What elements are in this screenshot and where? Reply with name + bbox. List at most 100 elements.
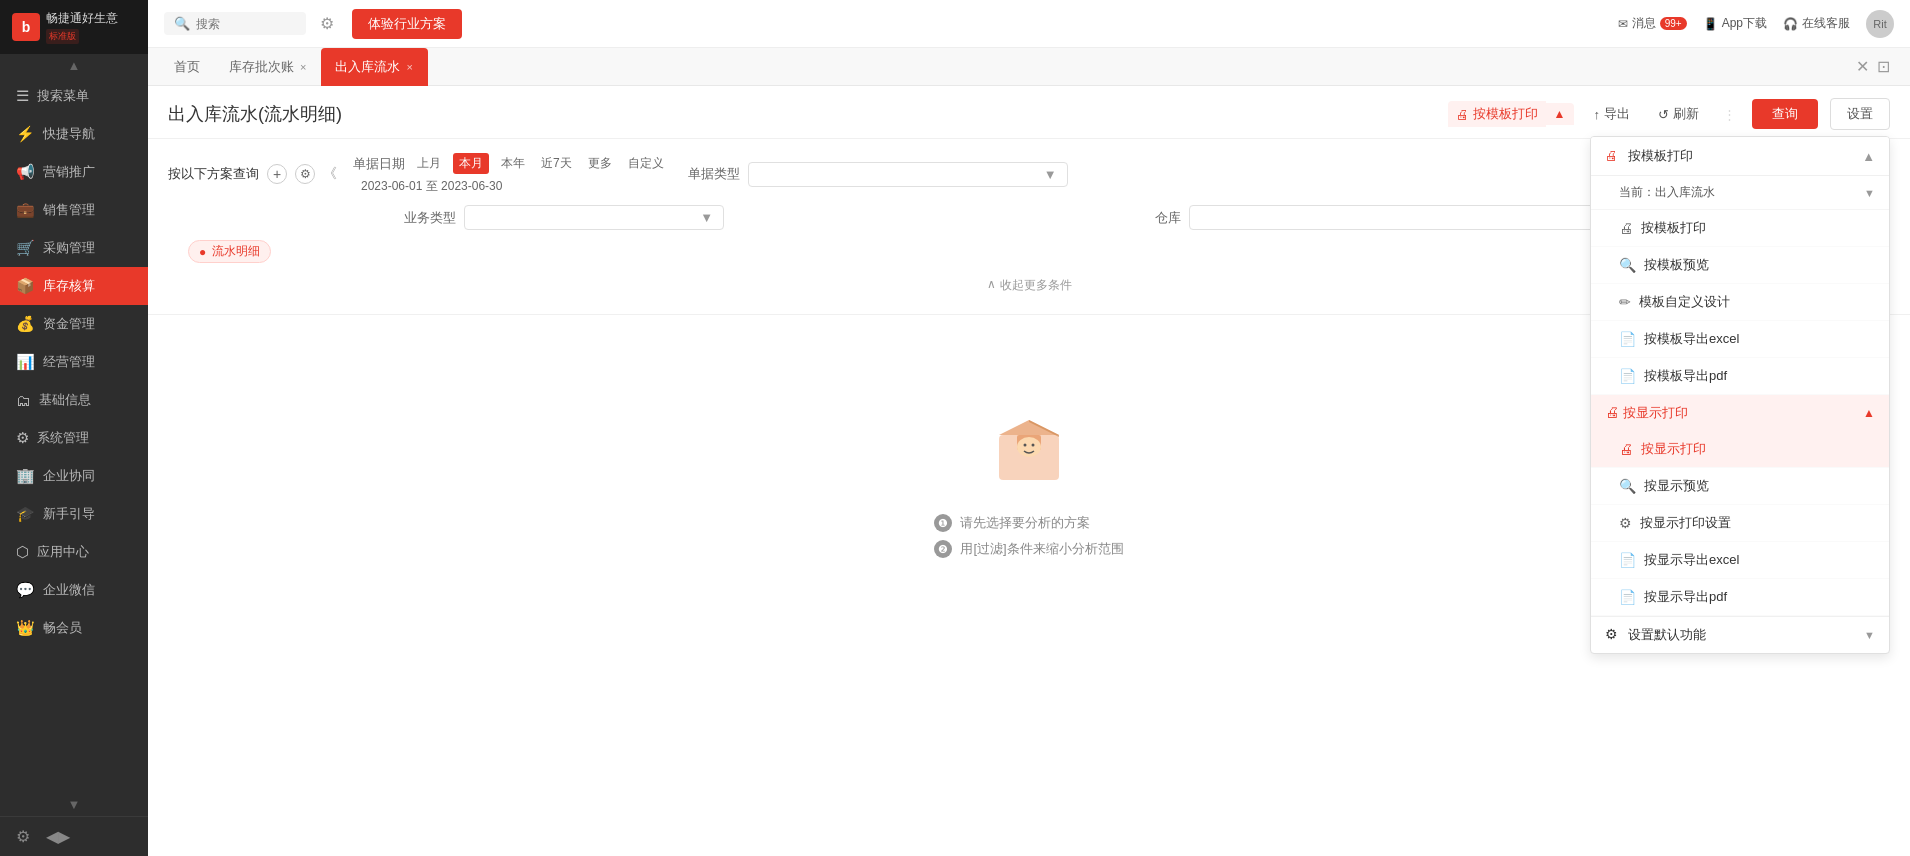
dp-item-template-pdf[interactable]: 📄 按模板导出pdf	[1591, 358, 1889, 395]
tab-batch[interactable]: 库存批次账 ×	[215, 48, 321, 86]
sidebar-item-inventory[interactable]: 📦 库存核算	[0, 267, 148, 305]
dp-item-display-settings[interactable]: ⚙ 按显示打印设置	[1591, 505, 1889, 542]
sidebar-logo: b 畅捷通好生意 标准版	[0, 0, 148, 54]
dp-footer-default[interactable]: ⚙ 设置默认功能 ▼	[1591, 616, 1889, 653]
date-label: 单据日期	[353, 155, 405, 173]
window-close-icon[interactable]: ✕	[1856, 57, 1869, 76]
filter-tag-detail[interactable]: ● 流水明细	[188, 240, 271, 263]
topbar-search-box[interactable]: 🔍	[164, 12, 306, 35]
sidebar-item-member[interactable]: 👑 畅会员	[0, 609, 148, 647]
date-tab-custom[interactable]: 自定义	[624, 153, 668, 174]
svg-point-6	[1032, 444, 1035, 447]
dp-current[interactable]: 当前：出入库流水 ▼	[1591, 176, 1889, 210]
tab-home[interactable]: 首页	[160, 48, 215, 86]
sidebar-footer: ⚙ ◀▶	[0, 816, 148, 856]
type-select[interactable]: ▼	[748, 162, 1068, 187]
filter-settings-btn[interactable]: ⚙	[295, 164, 315, 184]
page-title: 出入库流水(流水明细)	[168, 102, 342, 126]
footer-toggle-icon[interactable]: ◀▶	[46, 827, 70, 846]
footer-settings-icon[interactable]: ⚙	[16, 827, 30, 846]
filter-add-btn[interactable]: +	[267, 164, 287, 184]
sidebar-item-wechat[interactable]: 💬 企业微信	[0, 571, 148, 609]
sidebar-item-system[interactable]: ⚙ 系统管理	[0, 419, 148, 457]
sidebar-item-sales[interactable]: 💼 销售管理	[0, 191, 148, 229]
tab-close-batch[interactable]: ×	[300, 61, 306, 73]
date-range-value: 2023-06-01 至 2023-06-30	[361, 178, 502, 195]
content-area: 出入库流水(流水明细) 🖨 按模板打印 ▲ ↑ 导出	[148, 86, 1910, 856]
messages-badge: 99+	[1660, 17, 1687, 30]
tab-close-flow[interactable]: ×	[406, 61, 412, 73]
empty-svg	[979, 395, 1079, 495]
date-tab-last-month[interactable]: 上月	[413, 153, 445, 174]
date-filter-row: 单据日期 上月 本月 本年 近7天 更多 自定义	[353, 153, 668, 174]
sidebar-item-apps[interactable]: ⬡ 应用中心	[0, 533, 148, 571]
date-tab-more[interactable]: 更多	[584, 153, 616, 174]
sidebar: b 畅捷通好生意 标准版 ▲ ☰ 搜索菜单 ⚡ 快捷导航 📢 营销推广 💼 销售…	[0, 0, 148, 856]
window-expand-icon[interactable]: ⊡	[1877, 57, 1890, 76]
sidebar-item-operations[interactable]: 📊 经营管理	[0, 343, 148, 381]
date-tabs: 上月 本月 本年 近7天 更多 自定义	[413, 153, 668, 174]
topbar-gear-icon[interactable]: ⚙	[314, 14, 340, 33]
export-btn[interactable]: ↑ 导出	[1586, 101, 1639, 127]
dp-footer-arrow: ▼	[1864, 629, 1875, 641]
search-input[interactable]	[196, 17, 296, 31]
dp-item-display-print[interactable]: 🖨 按显示打印	[1591, 431, 1889, 468]
dp-printer-icon: 🖨	[1619, 220, 1633, 236]
dp-section-chevron-up: ▲	[1863, 406, 1875, 420]
template-print-btn[interactable]: 🖨 按模板打印	[1448, 101, 1546, 127]
dp-display-print-icon: 🖨	[1619, 441, 1633, 457]
online-service-action[interactable]: 🎧 在线客服	[1783, 15, 1850, 32]
dp-current-arrow: ▼	[1864, 187, 1875, 199]
chevron-up-icon: ∧	[987, 277, 996, 294]
dp-section-display-print[interactable]: 🖨 按显示打印 ▲	[1591, 395, 1889, 431]
tag-bullet: ●	[199, 245, 206, 259]
template-print-chevron[interactable]: ▲	[1546, 103, 1574, 125]
dp-display-settings-icon: ⚙	[1619, 515, 1632, 531]
sidebar-item-enterprise[interactable]: 🏢 企业协同	[0, 457, 148, 495]
sidebar-item-purchase[interactable]: 🛒 采购管理	[0, 229, 148, 267]
dp-item-template-print[interactable]: 🖨 按模板打印	[1591, 210, 1889, 247]
quicknav-icon: ⚡	[16, 125, 35, 143]
phone-icon: 📱	[1703, 17, 1718, 31]
dp-item-template-excel[interactable]: 📄 按模板导出excel	[1591, 321, 1889, 358]
refresh-btn[interactable]: ↺ 刷新	[1650, 101, 1707, 127]
logo-icon: b	[12, 13, 40, 41]
dp-item-display-pdf[interactable]: 📄 按显示导出pdf	[1591, 579, 1889, 616]
sidebar-item-quicknav[interactable]: ⚡ 快捷导航	[0, 115, 148, 153]
date-tab-this-year[interactable]: 本年	[497, 153, 529, 174]
template-print-group: 🖨 按模板打印 ▲	[1448, 101, 1574, 127]
dp-item-display-preview[interactable]: 🔍 按显示预览	[1591, 468, 1889, 505]
dp-item-template-design[interactable]: ✏ 模板自定义设计	[1591, 284, 1889, 321]
sidebar-item-finance[interactable]: 💰 资金管理	[0, 305, 148, 343]
query-button[interactable]: 查询	[1752, 99, 1818, 129]
tab-flow[interactable]: 出入库流水 ×	[321, 48, 427, 86]
app-download-action[interactable]: 📱 App下载	[1703, 15, 1767, 32]
sales-icon: 💼	[16, 201, 35, 219]
sidebar-scroll-down[interactable]: ▼	[0, 793, 148, 816]
search-icon: 🔍	[174, 16, 190, 31]
filter-label: 按以下方案查询	[168, 165, 259, 183]
member-icon: 👑	[16, 619, 35, 637]
sidebar-item-marketing[interactable]: 📢 营销推广	[0, 153, 148, 191]
trial-button[interactable]: 体验行业方案	[352, 9, 462, 39]
messages-action[interactable]: ✉ 消息 99+	[1618, 15, 1687, 32]
page: 出入库流水(流水明细) 🖨 按模板打印 ▲ ↑ 导出	[148, 86, 1910, 856]
dp-item-template-preview[interactable]: 🔍 按模板预览	[1591, 247, 1889, 284]
biz-select[interactable]: ▼	[464, 205, 724, 230]
sidebar-item-search[interactable]: ☰ 搜索菜单	[0, 77, 148, 115]
dp-item-display-excel[interactable]: 📄 按显示导出excel	[1591, 542, 1889, 579]
user-avatar-action[interactable]: Rit	[1866, 10, 1894, 38]
basic-icon: 🗂	[16, 392, 31, 409]
setup-button[interactable]: 设置	[1830, 98, 1890, 130]
date-tab-7days[interactable]: 近7天	[537, 153, 576, 174]
sidebar-scroll-up[interactable]: ▲	[0, 54, 148, 77]
dp-header-printer-icon: 🖨	[1605, 148, 1618, 163]
date-tab-this-month[interactable]: 本月	[453, 153, 489, 174]
dp-header[interactable]: 🖨 按模板打印 ▲	[1591, 137, 1889, 176]
svg-point-4	[1017, 437, 1041, 457]
sidebar-item-guide[interactable]: 🎓 新手引导	[0, 495, 148, 533]
dp-chevron-up[interactable]: ▲	[1862, 149, 1875, 164]
sidebar-item-basic[interactable]: 🗂 基础信息	[0, 381, 148, 419]
step-num-2: ❷	[934, 540, 952, 558]
filter-collapse-btn[interactable]: 《	[323, 165, 337, 183]
